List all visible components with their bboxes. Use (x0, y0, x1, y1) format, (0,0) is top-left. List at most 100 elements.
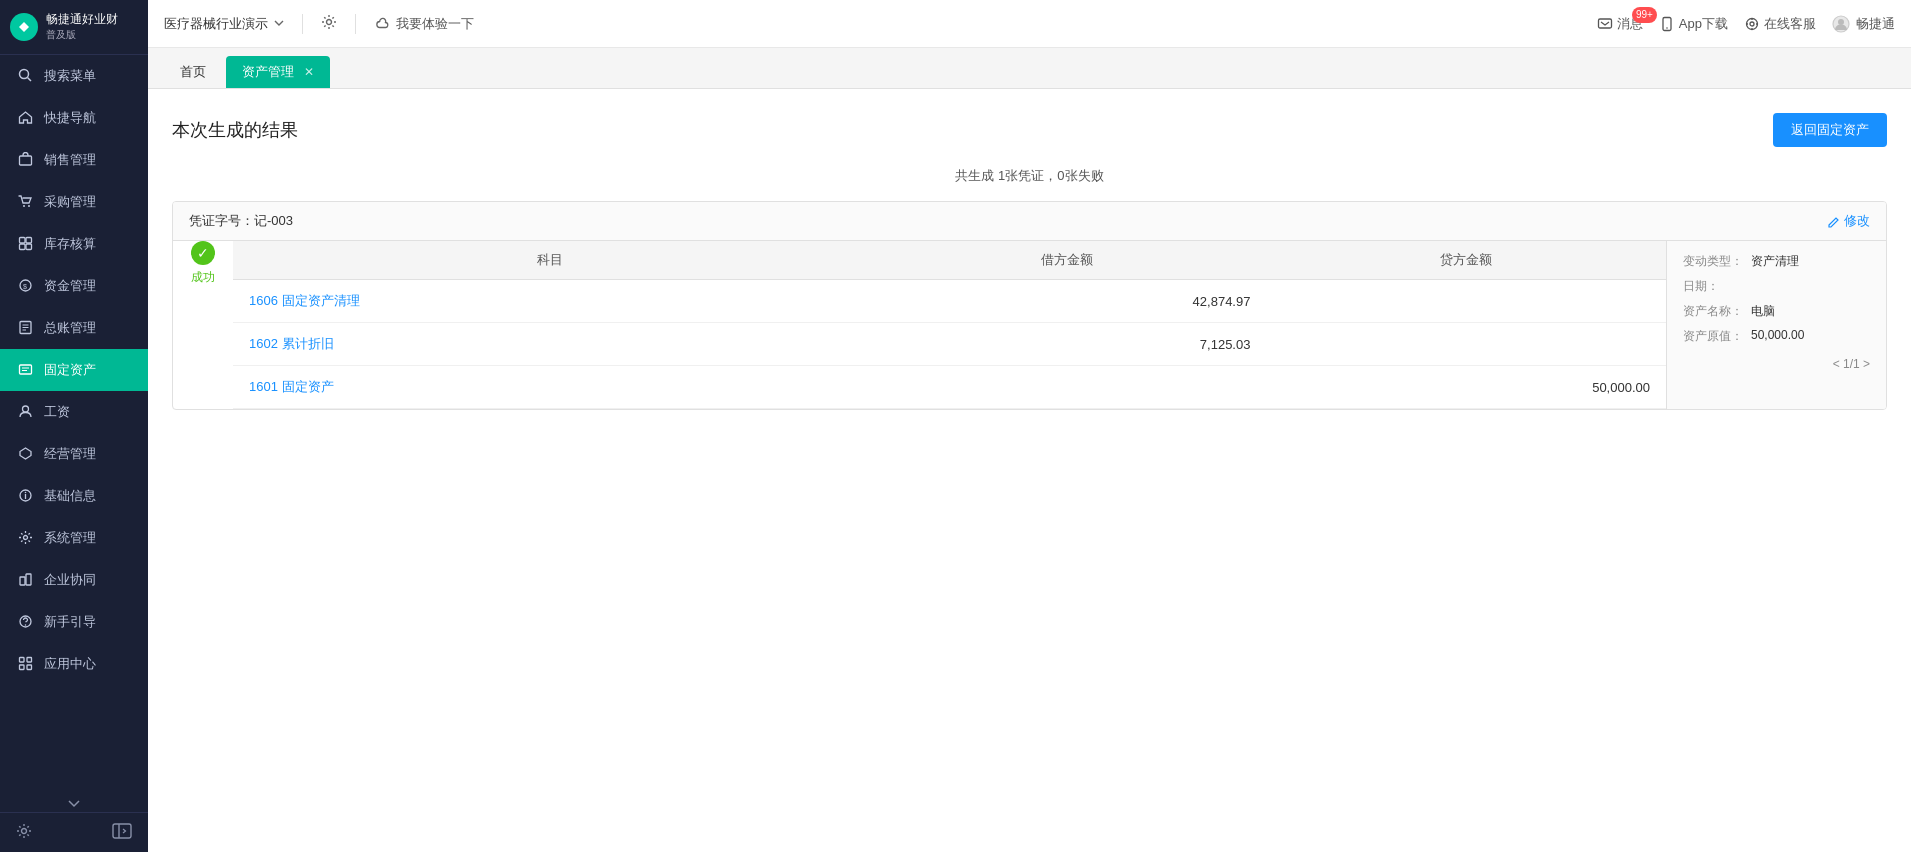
sidebar-item-system[interactable]: 系统管理 (0, 517, 148, 559)
online-service-button[interactable]: 在线客服 (1744, 15, 1816, 33)
sidebar-item-guide[interactable]: 新手引导 (0, 601, 148, 643)
voucher-table: 科目 借方金额 贷方金额 1606 固定资产清理 42,874.97 1602 … (233, 241, 1666, 409)
sidebar-item-label: 系统管理 (44, 529, 96, 547)
svg-point-41 (1838, 19, 1844, 25)
experience-label: 我要体验一下 (396, 15, 474, 33)
sidebar: 畅捷通好业财 普及版 搜索菜单 快捷导航 (0, 0, 148, 852)
date-row: 日期： (1683, 278, 1870, 295)
sidebar-item-label: 销售管理 (44, 151, 96, 169)
app-download-button[interactable]: App下载 (1659, 15, 1728, 33)
cloud-icon (374, 16, 390, 32)
sidebar-item-purchase[interactable]: 采购管理 (0, 181, 148, 223)
experience-button[interactable]: 我要体验一下 (374, 15, 474, 33)
sidebar-item-quicknav[interactable]: 快捷导航 (0, 97, 148, 139)
row2-debit: 7,125.03 (867, 323, 1267, 366)
sidebar-item-ledger[interactable]: 总账管理 (0, 307, 148, 349)
sidebar-item-enterprise[interactable]: 企业协同 (0, 559, 148, 601)
side-panel-pagination[interactable]: < 1/1 > (1683, 357, 1870, 371)
ledger-icon (16, 319, 34, 337)
svg-rect-29 (19, 665, 24, 670)
svg-rect-32 (113, 824, 131, 838)
sales-icon (16, 151, 34, 169)
home-icon (16, 109, 34, 127)
topbar: 医疗器械行业演示 我要体验一下 消息 99+ (148, 0, 1911, 48)
sidebar-item-salary[interactable]: 工资 (0, 391, 148, 433)
voucher-status-cell: ✓ 成功 (173, 241, 233, 409)
edit-button[interactable]: 修改 (1827, 212, 1870, 230)
edit-button-label: 修改 (1844, 212, 1870, 230)
user-avatar[interactable]: 畅捷通 (1832, 15, 1895, 33)
fund-icon: $ (16, 277, 34, 295)
voucher-number: 凭证字号：记-003 (189, 212, 293, 230)
tabs-bar: 首页 资产管理 ✕ (148, 48, 1911, 89)
sidebar-item-label: 快捷导航 (44, 109, 96, 127)
svg-point-31 (22, 829, 27, 834)
apps-icon (16, 655, 34, 673)
message-icon (1597, 16, 1613, 32)
tab-home[interactable]: 首页 (164, 56, 222, 88)
success-label: 成功 (191, 269, 215, 286)
change-type-value: 资产清理 (1751, 253, 1799, 270)
svg-point-22 (23, 536, 27, 540)
settings-gear-icon[interactable] (321, 14, 337, 33)
asset-name-row: 资产名称： 电脑 (1683, 303, 1870, 320)
return-button[interactable]: 返回固定资产 (1773, 113, 1887, 147)
sidebar-brand: 畅捷通好业财 普及版 (46, 12, 118, 42)
search-icon (16, 67, 34, 85)
sidebar-item-label: 总账管理 (44, 319, 96, 337)
header-subject: 科目 (233, 241, 867, 280)
svg-point-21 (24, 492, 26, 494)
svg-point-26 (24, 624, 26, 626)
scroll-arrow-down[interactable] (0, 796, 148, 812)
asset-original-value: 50,000.00 (1751, 328, 1804, 342)
svg-point-39 (1750, 22, 1754, 26)
tab-close-icon[interactable]: ✕ (304, 65, 314, 79)
row3-subject[interactable]: 1601 固定资产 (233, 366, 867, 409)
sidebar-item-label: 企业协同 (44, 571, 96, 589)
success-status: ✓ 成功 (183, 241, 223, 286)
sidebar-item-fund[interactable]: $ 资金管理 (0, 265, 148, 307)
svg-rect-2 (19, 156, 31, 165)
sidebar-item-apps[interactable]: 应用中心 (0, 643, 148, 685)
topbar-divider2 (355, 14, 356, 34)
sidebar-item-operations[interactable]: 经营管理 (0, 433, 148, 475)
row2-credit (1266, 323, 1666, 366)
row2-subject[interactable]: 1602 累计折旧 (233, 323, 867, 366)
svg-rect-27 (19, 658, 24, 663)
edit-icon (1827, 215, 1840, 228)
date-label: 日期： (1683, 278, 1719, 295)
svg-text:$: $ (23, 283, 27, 290)
sidebar-item-sales[interactable]: 销售管理 (0, 139, 148, 181)
svg-line-1 (27, 78, 31, 82)
settings-icon[interactable] (16, 823, 32, 842)
company-name[interactable]: 医疗器械行业演示 (164, 15, 284, 33)
svg-rect-23 (20, 577, 25, 585)
dropdown-arrow-icon (274, 20, 284, 27)
row1-subject[interactable]: 1606 固定资产清理 (233, 280, 867, 323)
sidebar-item-label: 工资 (44, 403, 70, 421)
svg-point-38 (1747, 18, 1758, 29)
inventory-icon (16, 235, 34, 253)
company-name-text: 医疗器械行业演示 (164, 15, 268, 33)
sidebar-item-label: 新手引导 (44, 613, 96, 631)
app-download-label: App下载 (1679, 15, 1728, 33)
sidebar-item-inventory[interactable]: 库存核算 (0, 223, 148, 265)
svg-point-0 (19, 70, 28, 79)
svg-rect-7 (19, 244, 25, 250)
avatar-icon (1832, 15, 1850, 33)
sidebar-item-search[interactable]: 搜索菜单 (0, 55, 148, 97)
service-icon (1744, 16, 1760, 32)
header-credit: 贷方金额 (1266, 241, 1666, 280)
sidebar-item-fixed-assets[interactable]: 固定资产 (0, 349, 148, 391)
sidebar-header: 畅捷通好业财 普及版 (0, 0, 148, 55)
svg-rect-5 (19, 238, 25, 244)
table-row: 1602 累计折旧 7,125.03 (233, 323, 1666, 366)
collapse-icon[interactable] (112, 823, 132, 842)
messages-badge: 99+ (1632, 7, 1657, 23)
brand-name: 畅捷通好业财 (46, 12, 118, 28)
messages-button[interactable]: 消息 99+ (1597, 15, 1643, 33)
sidebar-item-basicinfo[interactable]: 基础信息 (0, 475, 148, 517)
voucher-body: ✓ 成功 科目 借方金额 贷方金额 160 (173, 241, 1886, 409)
tab-asset-mgmt[interactable]: 资产管理 ✕ (226, 56, 330, 88)
page-header: 本次生成的结果 返回固定资产 (172, 113, 1887, 147)
